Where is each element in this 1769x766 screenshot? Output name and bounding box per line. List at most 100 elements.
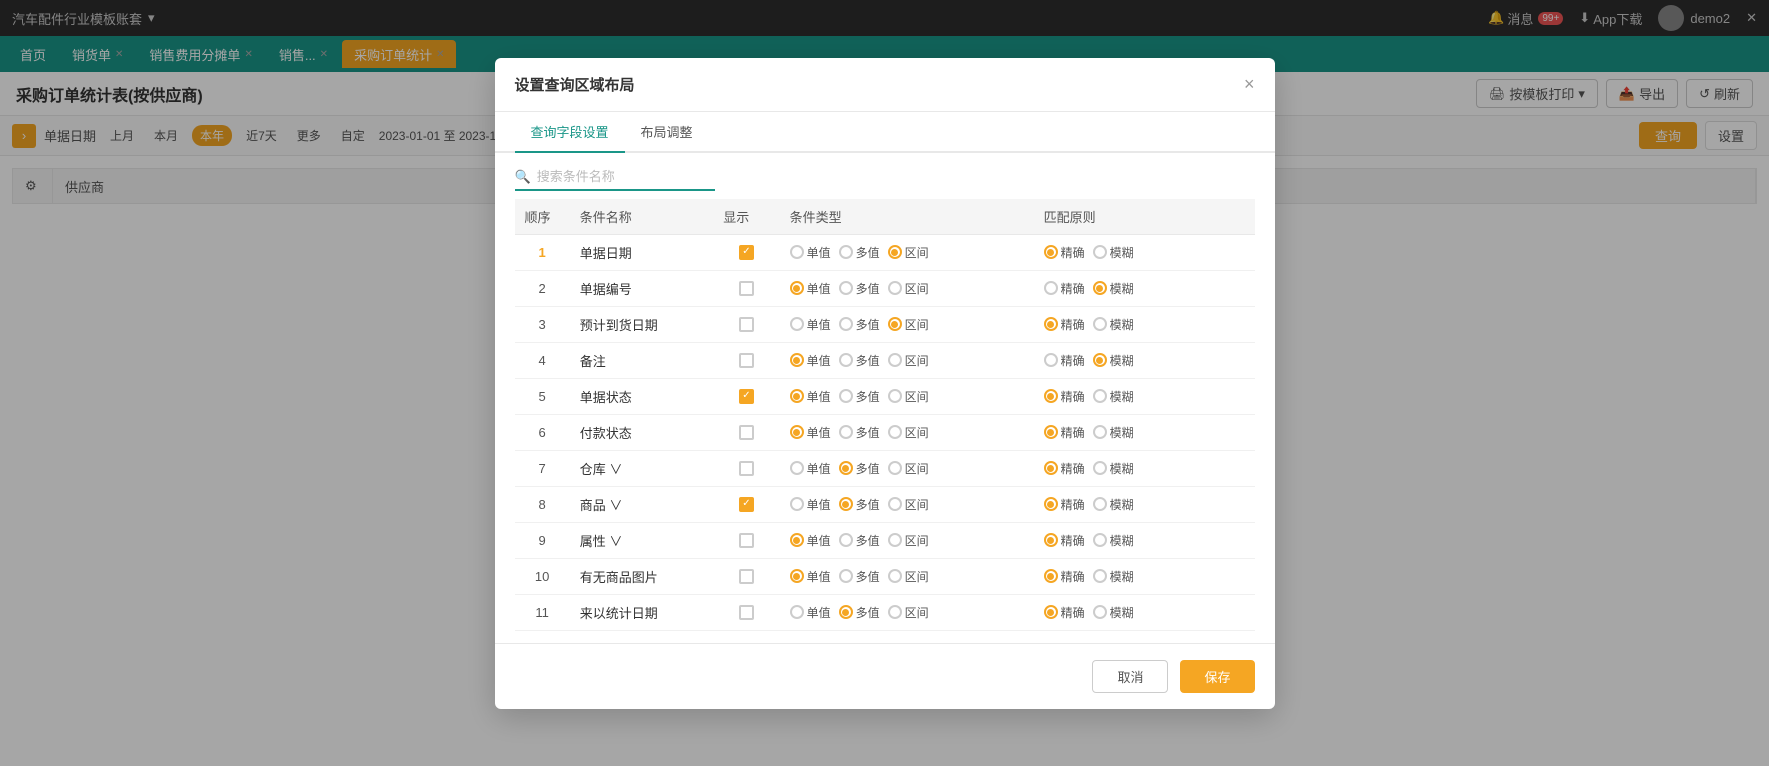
type-radio-range[interactable]: 区间 bbox=[888, 532, 929, 549]
type-radio-range[interactable]: 区间 bbox=[888, 424, 929, 441]
type-radio-single[interactable]: 单值 bbox=[790, 388, 831, 405]
cell-show[interactable] bbox=[713, 522, 779, 558]
match-radio-exact[interactable]: 精确 bbox=[1044, 388, 1085, 405]
cell-show[interactable] bbox=[713, 306, 779, 342]
type-radio-multi[interactable]: 多值 bbox=[839, 568, 880, 585]
type-radio-multi[interactable]: 多值 bbox=[839, 352, 880, 369]
search-input[interactable] bbox=[537, 169, 715, 184]
type-radio-single[interactable]: 单值 bbox=[790, 352, 831, 369]
cell-match: 精确模糊 bbox=[1034, 450, 1255, 486]
type-radio-multi[interactable]: 多值 bbox=[839, 388, 880, 405]
match-radio-fuzzy[interactable]: 模糊 bbox=[1093, 388, 1134, 405]
type-radio-range[interactable]: 区间 bbox=[888, 604, 929, 621]
match-radio-fuzzy[interactable]: 模糊 bbox=[1093, 496, 1134, 513]
cell-show[interactable] bbox=[713, 450, 779, 486]
match-circle-exact bbox=[1044, 281, 1058, 295]
type-radio-multi[interactable]: 多值 bbox=[839, 316, 880, 333]
match-radio-fuzzy[interactable]: 模糊 bbox=[1093, 316, 1134, 333]
type-radio-range[interactable]: 区间 bbox=[888, 244, 929, 261]
cell-show[interactable] bbox=[713, 594, 779, 630]
radio-circle-multi bbox=[839, 461, 853, 475]
show-checkbox[interactable] bbox=[739, 497, 754, 512]
show-checkbox[interactable] bbox=[739, 461, 754, 476]
type-radio-multi[interactable]: 多值 bbox=[839, 604, 880, 621]
cell-match: 精确模糊 bbox=[1034, 558, 1255, 594]
type-radio-range[interactable]: 区间 bbox=[888, 388, 929, 405]
type-radio-single[interactable]: 单值 bbox=[790, 604, 831, 621]
match-circle-exact bbox=[1044, 533, 1058, 547]
type-radio-multi[interactable]: 多值 bbox=[839, 280, 880, 297]
match-radio-fuzzy[interactable]: 模糊 bbox=[1093, 568, 1134, 585]
match-radio-exact[interactable]: 精确 bbox=[1044, 280, 1085, 297]
match-circle-fuzzy bbox=[1093, 533, 1107, 547]
match-radio-exact[interactable]: 精确 bbox=[1044, 604, 1085, 621]
cell-show[interactable] bbox=[713, 378, 779, 414]
cancel-btn[interactable]: 取消 bbox=[1092, 660, 1168, 693]
show-checkbox[interactable] bbox=[739, 353, 754, 368]
match-circle-fuzzy bbox=[1093, 425, 1107, 439]
cell-show[interactable] bbox=[713, 270, 779, 306]
type-radio-multi[interactable]: 多值 bbox=[839, 460, 880, 477]
th-show: 显示 bbox=[713, 199, 779, 235]
match-radio-fuzzy[interactable]: 模糊 bbox=[1093, 352, 1134, 369]
type-radio-single[interactable]: 单值 bbox=[790, 568, 831, 585]
type-radio-single[interactable]: 单值 bbox=[790, 280, 831, 297]
type-radio-range[interactable]: 区间 bbox=[888, 316, 929, 333]
show-checkbox[interactable] bbox=[739, 317, 754, 332]
type-radio-single[interactable]: 单值 bbox=[790, 460, 831, 477]
match-radio-exact[interactable]: 精确 bbox=[1044, 496, 1085, 513]
show-checkbox[interactable] bbox=[739, 425, 754, 440]
radio-circle-range bbox=[888, 389, 902, 403]
type-radio-single[interactable]: 单值 bbox=[790, 316, 831, 333]
table-row: 11来以统计日期单值多值区间精确模糊 bbox=[515, 594, 1255, 630]
cell-show[interactable] bbox=[713, 558, 779, 594]
show-checkbox[interactable] bbox=[739, 605, 754, 620]
show-checkbox[interactable] bbox=[739, 245, 754, 260]
table-row: 5单据状态单值多值区间精确模糊 bbox=[515, 378, 1255, 414]
match-radio-exact[interactable]: 精确 bbox=[1044, 460, 1085, 477]
type-radio-single[interactable]: 单值 bbox=[790, 496, 831, 513]
radio-circle-multi bbox=[839, 497, 853, 511]
radio-circle-range bbox=[888, 317, 902, 331]
tab-layout-adjust[interactable]: 布局调整 bbox=[625, 112, 709, 153]
match-radio-fuzzy[interactable]: 模糊 bbox=[1093, 604, 1134, 621]
type-radio-range[interactable]: 区间 bbox=[888, 280, 929, 297]
match-radio-fuzzy[interactable]: 模糊 bbox=[1093, 532, 1134, 549]
cell-show[interactable] bbox=[713, 486, 779, 522]
type-radio-range[interactable]: 区间 bbox=[888, 568, 929, 585]
type-radio-multi[interactable]: 多值 bbox=[839, 532, 880, 549]
match-radio-exact[interactable]: 精确 bbox=[1044, 244, 1085, 261]
match-radio-fuzzy[interactable]: 模糊 bbox=[1093, 460, 1134, 477]
type-radio-multi[interactable]: 多值 bbox=[839, 244, 880, 261]
match-circle-fuzzy bbox=[1093, 245, 1107, 259]
type-radio-range[interactable]: 区间 bbox=[888, 496, 929, 513]
tab-query-fields[interactable]: 查询字段设置 bbox=[515, 112, 625, 153]
type-radio-single[interactable]: 单值 bbox=[790, 532, 831, 549]
type-radio-single[interactable]: 单值 bbox=[790, 244, 831, 261]
type-radio-single[interactable]: 单值 bbox=[790, 424, 831, 441]
match-radio-fuzzy[interactable]: 模糊 bbox=[1093, 244, 1134, 261]
cell-show[interactable] bbox=[713, 342, 779, 378]
type-radio-range[interactable]: 区间 bbox=[888, 352, 929, 369]
modal-close-btn[interactable]: × bbox=[1244, 75, 1255, 93]
type-radio-range[interactable]: 区间 bbox=[888, 460, 929, 477]
type-radio-multi[interactable]: 多值 bbox=[839, 424, 880, 441]
cell-show[interactable] bbox=[713, 234, 779, 270]
match-radio-exact[interactable]: 精确 bbox=[1044, 568, 1085, 585]
show-checkbox[interactable] bbox=[739, 569, 754, 584]
cell-show[interactable] bbox=[713, 414, 779, 450]
save-btn[interactable]: 保存 bbox=[1180, 660, 1254, 693]
modal-table: 顺序 条件名称 显示 条件类型 匹配原则 bbox=[515, 199, 1255, 631]
show-checkbox[interactable] bbox=[739, 389, 754, 404]
show-checkbox[interactable] bbox=[739, 533, 754, 548]
match-radio-exact[interactable]: 精确 bbox=[1044, 424, 1085, 441]
match-radio-fuzzy[interactable]: 模糊 bbox=[1093, 424, 1134, 441]
match-radio-exact[interactable]: 精确 bbox=[1044, 352, 1085, 369]
radio-circle-multi bbox=[839, 281, 853, 295]
match-radio-exact[interactable]: 精确 bbox=[1044, 532, 1085, 549]
radio-circle-multi bbox=[839, 245, 853, 259]
show-checkbox[interactable] bbox=[739, 281, 754, 296]
match-radio-exact[interactable]: 精确 bbox=[1044, 316, 1085, 333]
type-radio-multi[interactable]: 多值 bbox=[839, 496, 880, 513]
match-radio-fuzzy[interactable]: 模糊 bbox=[1093, 280, 1134, 297]
